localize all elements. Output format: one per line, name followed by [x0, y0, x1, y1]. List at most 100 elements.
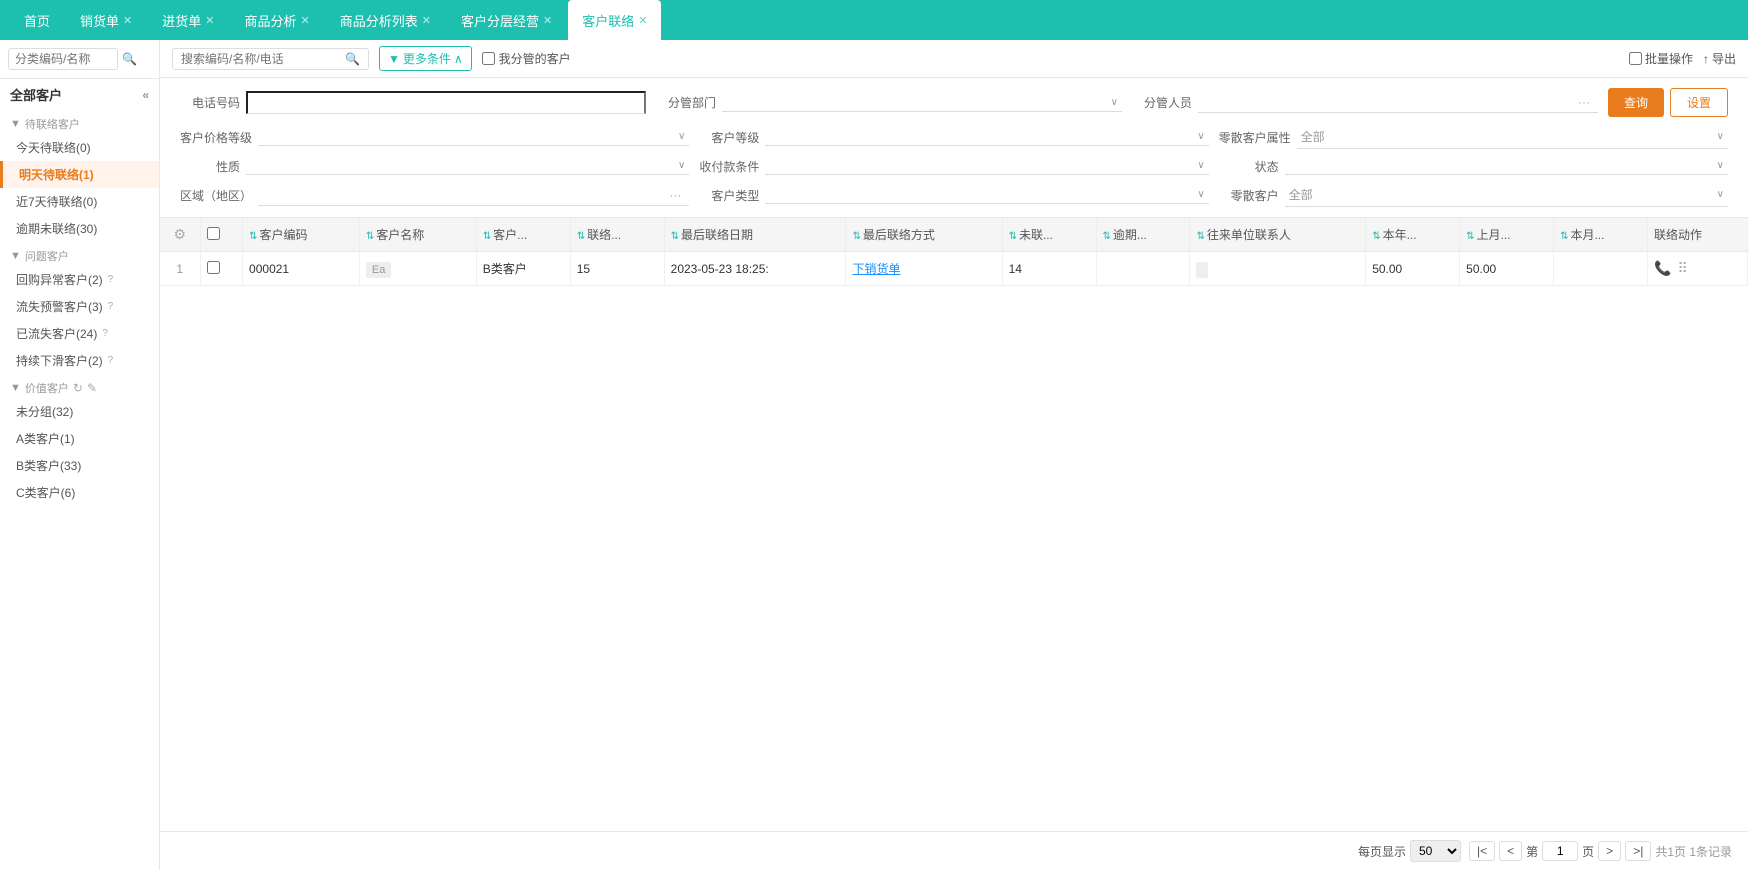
filter-manager: 分管人员 ···: [1132, 92, 1598, 113]
sort-last-method-icon[interactable]: ⇅: [852, 231, 860, 242]
sort-pending-icon[interactable]: ⇅: [1009, 231, 1017, 242]
payment-arrow-icon: ∨: [1197, 160, 1204, 171]
nav-purchase-order[interactable]: 进货单 ✕: [148, 0, 228, 40]
sort-code-icon[interactable]: ⇅: [249, 231, 257, 242]
nav-sales-order[interactable]: 销货单 ✕: [66, 0, 146, 40]
sort-this-year-icon[interactable]: ⇅: [1372, 231, 1380, 242]
sidebar-item-tomorrow-contact[interactable]: 明天待联络(1): [0, 161, 159, 188]
sidebar-item-a-class[interactable]: A类客户(1): [0, 425, 159, 452]
more-filters-btn[interactable]: ▼ 更多条件 ∧: [379, 46, 472, 71]
filter-customer-type-select[interactable]: ∨: [765, 186, 1208, 204]
filter-customer-level-select[interactable]: ∨: [765, 128, 1208, 146]
question-icon-1: ?: [108, 274, 114, 285]
close-tier-icon[interactable]: ✕: [543, 14, 552, 27]
sidebar-collapse-icon[interactable]: «: [142, 88, 149, 102]
value-triangle-icon: ▼: [10, 382, 21, 394]
main-layout: 🔍 全部客户 « ▼ 待联络客户 今天待联络(0) 明天待联络(1) 近7天待联…: [0, 40, 1748, 870]
close-product-analysis-icon[interactable]: ✕: [301, 14, 310, 27]
sidebar-item-declining[interactable]: 持续下滑客户(2) ?: [0, 347, 159, 374]
sidebar-item-overdue-contact[interactable]: 逾期未联络(30): [0, 215, 159, 242]
my-customers-checkbox[interactable]: 我分管的客户: [482, 50, 571, 67]
filter-retail-customer: 零散客户 全部 ∨: [1219, 183, 1728, 207]
sort-overdue-icon[interactable]: ⇅: [1103, 231, 1111, 242]
batch-op-btn[interactable]: 批量操作: [1629, 50, 1693, 67]
sidebar-search-icon[interactable]: 🔍: [122, 52, 137, 66]
filter-search-icon[interactable]: 🔍: [345, 52, 360, 66]
close-product-list-icon[interactable]: ✕: [422, 14, 431, 27]
close-purchase-icon[interactable]: ✕: [205, 14, 214, 27]
filter-retail-attr-select[interactable]: 全部 ∨: [1297, 125, 1728, 149]
select-all-checkbox[interactable]: [207, 227, 220, 240]
per-page-select[interactable]: 10 20 50 100: [1410, 840, 1461, 862]
top-nav: 首页 销货单 ✕ 进货单 ✕ 商品分析 ✕ 商品分析列表 ✕ 客户分层经营 ✕ …: [0, 0, 1748, 40]
close-sales-icon[interactable]: ✕: [123, 14, 132, 27]
sort-unit-contact-icon[interactable]: ⇅: [1196, 231, 1204, 242]
filter-region: 区域（地区） ···: [180, 185, 689, 206]
question-icon-2: ?: [108, 301, 114, 312]
sidebar-item-b-class[interactable]: B类客户(33): [0, 452, 159, 479]
filter-status-select[interactable]: ∨: [1285, 157, 1728, 175]
sidebar-search-input[interactable]: [8, 48, 118, 70]
col-last-month: ⇅上月...: [1460, 218, 1554, 252]
adv-filter-row-2: 客户价格等级 ∨ 客户等级 ∨ 零散客户属性 全部: [180, 125, 1728, 149]
column-settings-icon[interactable]: ⚙: [173, 226, 186, 242]
filter-region-field: ···: [258, 185, 689, 206]
col-this-month: ⇅本月...: [1554, 218, 1648, 252]
sort-last-date-icon[interactable]: ⇅: [671, 231, 679, 242]
prev-page-btn[interactable]: <: [1499, 841, 1522, 861]
my-customers-check[interactable]: [482, 52, 495, 65]
sort-this-month-icon[interactable]: ⇅: [1560, 231, 1568, 242]
sort-type-icon[interactable]: ⇅: [483, 231, 491, 242]
sidebar-item-churned[interactable]: 已流失客户(24) ?: [0, 320, 159, 347]
filter-arrow-icon: ∧: [454, 52, 463, 66]
last-page-btn[interactable]: >|: [1625, 841, 1651, 861]
nav-product-analysis-list[interactable]: 商品分析列表 ✕: [326, 0, 445, 40]
reset-button[interactable]: 设置: [1670, 88, 1728, 117]
filter-phone-input[interactable]: [246, 91, 646, 114]
next-page-btn[interactable]: >: [1598, 841, 1621, 861]
region-ellipsis-btn[interactable]: ···: [665, 188, 685, 202]
search-input[interactable]: [181, 52, 341, 66]
sidebar-item-c-class[interactable]: C类客户(6): [0, 479, 159, 506]
sidebar-item-abnormal[interactable]: 回购异常客户(2) ?: [0, 266, 159, 293]
sidebar-item-ungrouped[interactable]: 未分组(32): [0, 398, 159, 425]
filter-dept: 分管部门 ∨: [656, 94, 1122, 112]
filter-payment-select[interactable]: ∨: [765, 157, 1208, 175]
problem-triangle-icon: ▼: [10, 250, 21, 262]
row-select-checkbox[interactable]: [207, 261, 220, 274]
nav-customer-tier[interactable]: 客户分层经营 ✕: [447, 0, 566, 40]
export-btn[interactable]: ↑ 导出: [1703, 50, 1736, 67]
row-name-masked: Ea: [366, 262, 391, 278]
page-label: 第: [1526, 843, 1538, 860]
col-last-method: ⇅最后联络方式: [846, 218, 1002, 252]
close-contact-icon[interactable]: ✕: [638, 14, 647, 27]
first-page-btn[interactable]: |<: [1469, 841, 1495, 861]
filter-dept-select[interactable]: ∨: [722, 94, 1122, 112]
action-phone-icon[interactable]: 📞: [1654, 260, 1671, 277]
sidebar-item-7day-contact[interactable]: 近7天待联络(0): [0, 188, 159, 215]
sidebar-item-churn-warning[interactable]: 流失预警客户(3) ?: [0, 293, 159, 320]
col-code: ⇅客户编码: [243, 218, 360, 252]
sort-last-month-icon[interactable]: ⇅: [1466, 231, 1474, 242]
refresh-icon[interactable]: ↻: [73, 381, 83, 395]
page-input[interactable]: [1542, 841, 1578, 861]
sidebar-item-today-contact[interactable]: 今天待联络(0): [0, 134, 159, 161]
filter-nature-select[interactable]: ∨: [246, 157, 689, 175]
nav-customer-contact[interactable]: 客户联络 ✕: [568, 0, 661, 40]
filter-retail-customer-select[interactable]: 全部 ∨: [1285, 183, 1728, 207]
edit-icon[interactable]: ✎: [87, 381, 97, 395]
nav-home[interactable]: 首页: [10, 0, 64, 40]
action-more-icon[interactable]: ⠿: [1677, 260, 1687, 277]
last-method-link[interactable]: 下销货单: [852, 262, 900, 276]
row-last-date: 2023-05-23 18:25:: [664, 252, 846, 286]
row-checkbox: [200, 252, 243, 286]
col-overdue: ⇅逾期...: [1096, 218, 1190, 252]
sidebar-all-customers[interactable]: 全部客户 «: [0, 79, 159, 110]
filter-price-select[interactable]: ∨: [258, 128, 689, 146]
nav-product-analysis[interactable]: 商品分析 ✕: [230, 0, 323, 40]
manager-ellipsis-btn[interactable]: ···: [1574, 95, 1594, 109]
sort-contacts-icon[interactable]: ⇅: [577, 231, 585, 242]
sort-name-icon[interactable]: ⇅: [366, 231, 374, 242]
query-button[interactable]: 查询: [1608, 88, 1664, 117]
batch-op-check[interactable]: [1629, 52, 1642, 65]
